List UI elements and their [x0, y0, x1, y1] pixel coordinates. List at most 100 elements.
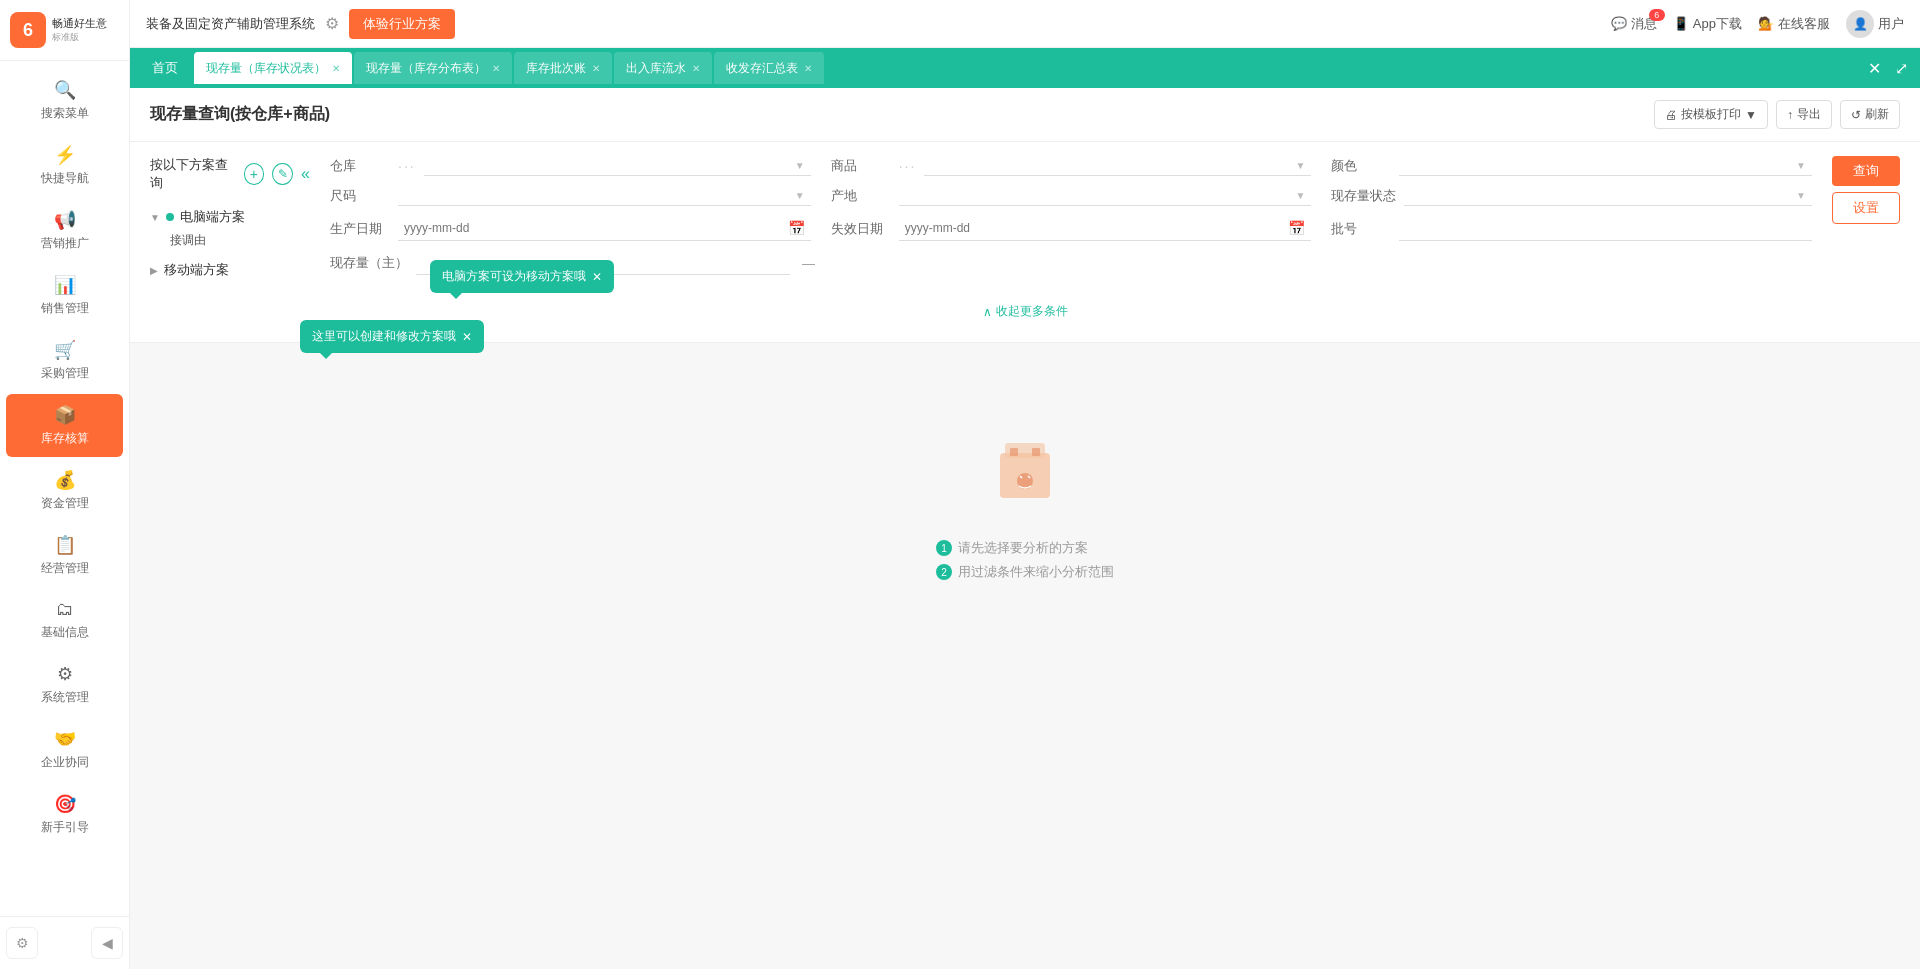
edit-scheme-btn[interactable]: ✎ [272, 163, 293, 185]
warehouse-label: 仓库 [330, 157, 390, 175]
user-menu[interactable]: 👤 用户 [1846, 10, 1904, 38]
inventory-icon: 📦 [54, 404, 76, 426]
page-title: 现存量查询(按仓库+商品) [150, 104, 330, 125]
tip-num-2: 2 [936, 564, 952, 580]
tab-maximize-icon[interactable]: ⤢ [1891, 55, 1912, 82]
goods-dots-icon[interactable]: ··· [899, 158, 917, 174]
app-download-btn[interactable]: 📱 App下载 [1673, 15, 1742, 33]
tab-close-all-icon[interactable]: ✕ [1864, 55, 1885, 82]
print-btn[interactable]: 🖨 按模板打印 ▼ [1654, 100, 1768, 129]
desktop-scheme-item[interactable]: ▼ 电脑端方案 [150, 204, 310, 230]
size-select[interactable]: ▼ [398, 186, 811, 206]
tab-label: 库存批次账 [526, 60, 586, 77]
tip-num-1: 1 [936, 540, 952, 556]
tooltip2-text: 这里可以创建和修改方案哦 [312, 328, 456, 345]
sidebar-nav: 🔍 搜索菜单 ⚡ 快捷导航 📢 营销推广 📊 销售管理 🛒 采购管理 📦 库存核… [0, 61, 129, 916]
tab-inventory-dist[interactable]: 现存量（库存分布表） ✕ [354, 52, 512, 84]
goods-label: 商品 [831, 157, 891, 175]
query-buttons: 查询 设置 [1832, 156, 1900, 295]
sidebar-item-quick[interactable]: ⚡ 快捷导航 [6, 134, 123, 197]
tab-close-icon[interactable]: ✕ [592, 63, 600, 74]
scheme-panel: 按以下方案查询 + ✎ « ▼ 电脑端方案 接调由 [150, 156, 310, 295]
child-label: 接调由 [170, 233, 206, 247]
add-scheme-btn[interactable]: + [244, 163, 265, 185]
sidebar-item-label: 系统管理 [41, 689, 89, 706]
prod-date-input[interactable] [404, 221, 788, 235]
back-btn[interactable]: « [301, 165, 310, 183]
sidebar-item-sales[interactable]: 📊 销售管理 [6, 264, 123, 327]
exp-date-input[interactable] [905, 221, 1289, 235]
empty-illustration [975, 423, 1075, 523]
sidebar-item-system[interactable]: ⚙ 系统管理 [6, 653, 123, 716]
collapse-label: 收起更多条件 [996, 303, 1068, 320]
color-select[interactable]: ▼ [1399, 156, 1812, 176]
sidebar-item-label: 销售管理 [41, 300, 89, 317]
calendar-icon[interactable]: 📅 [1288, 220, 1305, 236]
svg-rect-3 [1032, 448, 1040, 456]
sidebar-item-inventory[interactable]: 📦 库存核算 [6, 394, 123, 457]
basic-icon: 🗂 [56, 599, 74, 620]
goods-select[interactable]: ▼ [924, 156, 1311, 176]
prod-date-filter: 生产日期 📅 [330, 216, 811, 241]
refresh-btn[interactable]: ↺ 刷新 [1840, 100, 1900, 129]
notification-badge: 6 [1649, 9, 1665, 21]
warehouse-select[interactable]: ▼ [424, 156, 811, 176]
sidebar-item-purchase[interactable]: 🛒 采购管理 [6, 329, 123, 392]
tab-inventory-status[interactable]: 现存量（库存状况表） ✕ [194, 52, 352, 84]
sidebar-item-finance[interactable]: 💰 资金管理 [6, 459, 123, 522]
tab-close-icon[interactable]: ✕ [804, 63, 812, 74]
notification-btn[interactable]: 💬 消息 6 [1611, 15, 1657, 33]
size-filter: 尺码 ▼ [330, 186, 811, 206]
stock-status-select[interactable]: ▼ [1404, 186, 1812, 206]
try-industry-btn[interactable]: 体验行业方案 [349, 9, 455, 39]
size-label: 尺码 [330, 187, 390, 205]
tab-close-icon[interactable]: ✕ [332, 63, 340, 74]
tooltip2-close-btn[interactable]: ✕ [462, 330, 472, 344]
desktop-scheme-child[interactable]: 接调由 [170, 230, 310, 251]
sidebar-item-marketing[interactable]: 📢 营销推广 [6, 199, 123, 262]
tab-batch[interactable]: 库存批次账 ✕ [514, 52, 612, 84]
quick-icon: ⚡ [54, 144, 76, 166]
set-btn[interactable]: 设置 [1832, 192, 1900, 224]
export-btn[interactable]: ↑ 导出 [1776, 100, 1832, 129]
online-service-btn[interactable]: 💁 在线客服 [1758, 15, 1830, 33]
origin-filter: 产地 ▼ [831, 186, 1312, 206]
goods-filter: 商品 ··· ▼ [831, 156, 1312, 176]
expand-arrow-icon: ▶ [150, 265, 158, 276]
message-icon: 💬 [1611, 16, 1627, 31]
sidebar-item-guide[interactable]: 🎯 新手引导 [6, 783, 123, 846]
sidebar-item-operations[interactable]: 📋 经营管理 [6, 524, 123, 587]
tab-close-icon[interactable]: ✕ [692, 63, 700, 74]
sidebar-item-basic[interactable]: 🗂 基础信息 [6, 589, 123, 651]
search-icon: 🔍 [54, 79, 76, 101]
warehouse-dots-icon[interactable]: ··· [398, 158, 416, 174]
batch-filter: 批号 [1331, 216, 1812, 241]
chevron-down-icon: ▼ [1295, 160, 1305, 171]
color-filter: 颜色 ▼ [1331, 156, 1812, 176]
calendar-icon[interactable]: 📅 [788, 220, 805, 236]
query-btn[interactable]: 查询 [1832, 156, 1900, 186]
sidebar-item-enterprise[interactable]: 🤝 企业协同 [6, 718, 123, 781]
tab-home[interactable]: 首页 [138, 53, 192, 83]
header-settings-icon[interactable]: ⚙ [325, 14, 339, 33]
sidebar-item-label: 资金管理 [41, 495, 89, 512]
tip-text-2: 用过滤条件来缩小分析范围 [958, 563, 1114, 581]
mobile-scheme-item[interactable]: ▶ 移动端方案 [150, 257, 310, 283]
warehouse-filter: 仓库 ··· ▼ [330, 156, 811, 176]
tab-receive[interactable]: 收发存汇总表 ✕ [714, 52, 824, 84]
sidebar-collapse-btn[interactable]: ◀ [91, 927, 123, 959]
guide-icon: 🎯 [54, 793, 76, 815]
logo-badge: 标准版 [52, 31, 107, 44]
sidebar-item-search[interactable]: 🔍 搜索菜单 [6, 69, 123, 132]
batch-input[interactable] [1399, 217, 1812, 241]
export-label: 导出 [1797, 106, 1821, 123]
print-label: 按模板打印 [1681, 106, 1741, 123]
origin-select[interactable]: ▼ [899, 186, 1312, 206]
tab-inout[interactable]: 出入库流水 ✕ [614, 52, 712, 84]
tooltip-close-btn[interactable]: ✕ [592, 270, 602, 284]
tab-bar: 首页 现存量（库存状况表） ✕ 现存量（库存分布表） ✕ 库存批次账 ✕ 出入库… [130, 48, 1920, 88]
tab-close-icon[interactable]: ✕ [492, 63, 500, 74]
top-header: 装备及固定资产辅助管理系统 ⚙ 体验行业方案 💬 消息 6 📱 App下载 💁 … [130, 0, 1920, 48]
sidebar-settings-btn[interactable]: ⚙ [6, 927, 38, 959]
active-indicator [166, 213, 174, 221]
